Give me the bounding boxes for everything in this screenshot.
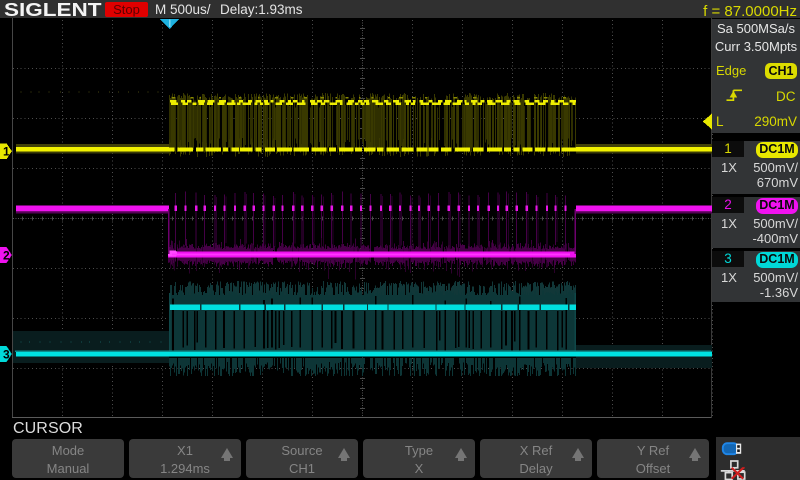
- svg-text:2: 2: [3, 248, 10, 262]
- svg-text:3: 3: [3, 347, 10, 361]
- svg-text:1: 1: [3, 145, 10, 159]
